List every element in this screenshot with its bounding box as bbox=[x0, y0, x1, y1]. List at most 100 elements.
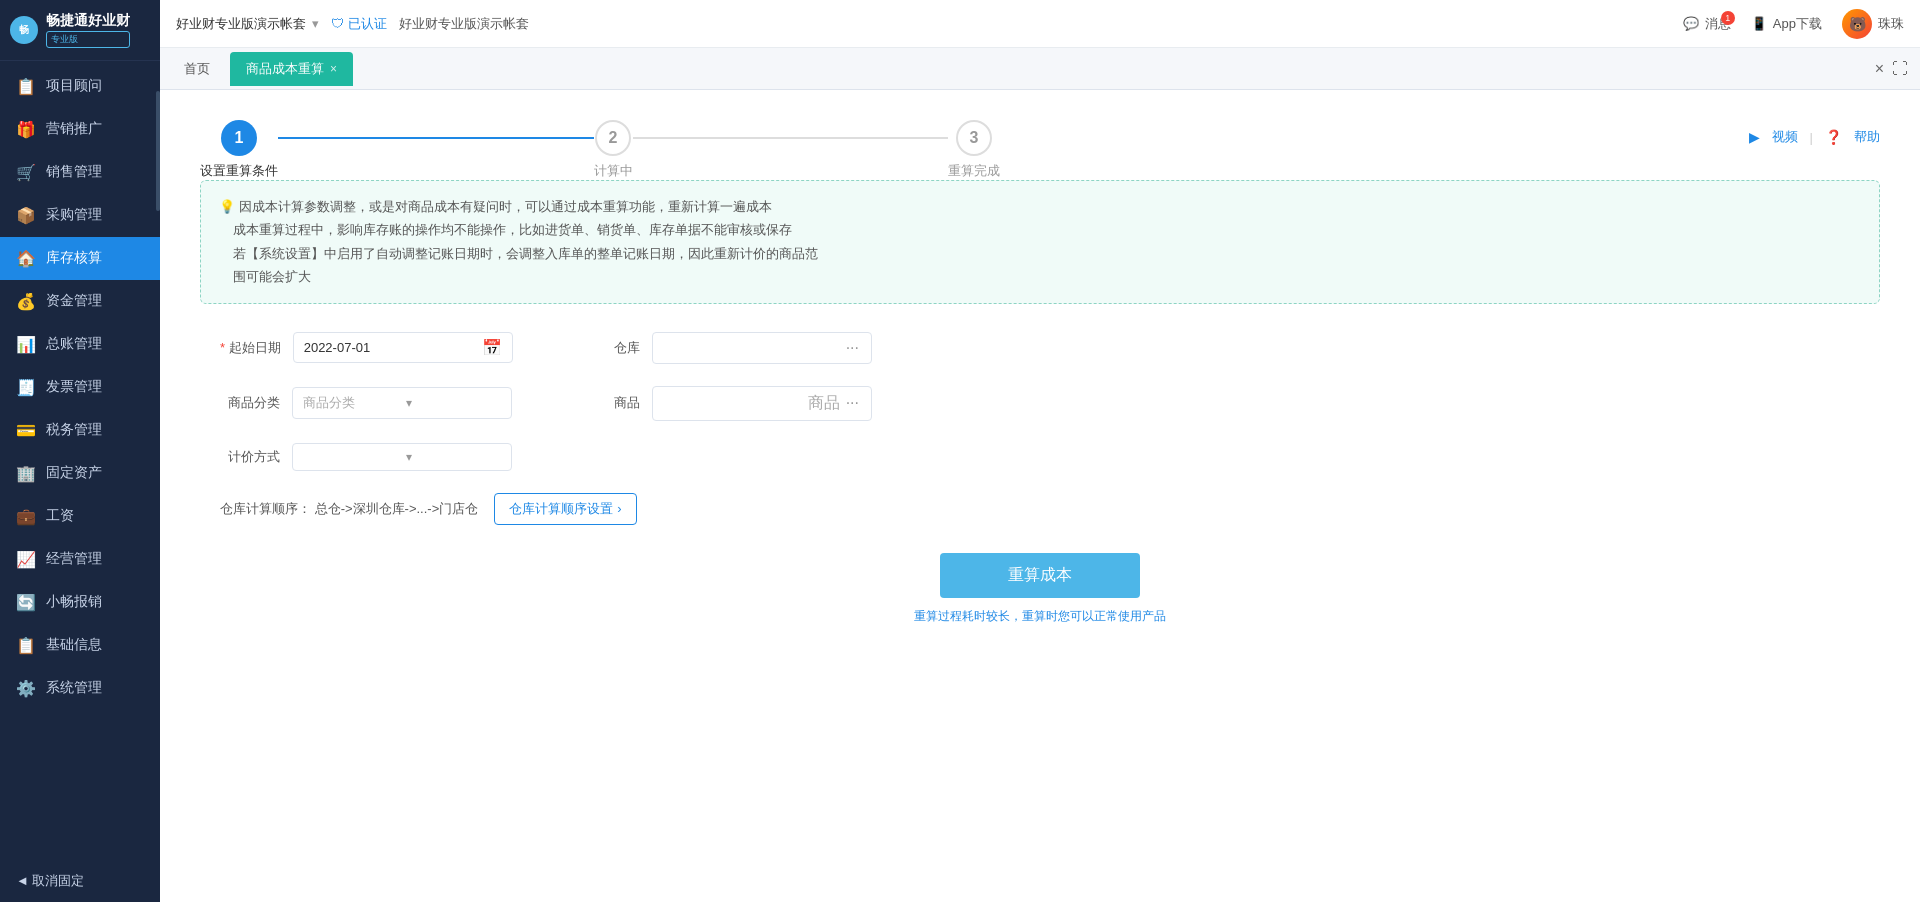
message-button[interactable]: 💬 消息 1 bbox=[1683, 15, 1731, 33]
warehouse-selector[interactable]: ··· bbox=[652, 332, 872, 364]
recalc-button[interactable]: 重算成本 bbox=[940, 553, 1140, 598]
start-date-input[interactable] bbox=[304, 340, 474, 355]
product-selector[interactable]: 商品 ··· bbox=[652, 386, 872, 421]
warehouse-label: 仓库 bbox=[580, 339, 640, 357]
warehouse-order-settings-button[interactable]: 仓库计算顺序设置 › bbox=[494, 493, 636, 525]
category-selector[interactable]: 商品分类 ▾ bbox=[292, 387, 512, 419]
window-close-button[interactable]: × bbox=[1875, 60, 1884, 78]
content-area: 1 设置重算条件 2 计算中 3 重算完成 ▶ 视频 | bbox=[160, 90, 1920, 902]
building-icon: 🏢 bbox=[16, 464, 36, 483]
sidebar-header: 畅 畅捷通好业财 专业版 bbox=[0, 0, 160, 61]
box-icon: 📦 bbox=[16, 206, 36, 225]
sidebar-item-project[interactable]: 📋 项目顾问 bbox=[0, 65, 160, 108]
phone-icon: 📱 bbox=[1751, 16, 1767, 31]
receipt-icon: 🧾 bbox=[16, 378, 36, 397]
user-avatar[interactable]: 🐻 珠珠 bbox=[1842, 9, 1904, 39]
form-row-1: 起始日期 📅 仓库 ··· bbox=[220, 332, 1860, 364]
sidebar-item-label: 营销推广 bbox=[46, 120, 102, 138]
sidebar-item-system[interactable]: ⚙️ 系统管理 bbox=[0, 667, 160, 710]
arrow-right-icon: › bbox=[617, 501, 621, 516]
topbar-right: 💬 消息 1 📱 App下载 🐻 珠珠 bbox=[1683, 9, 1904, 39]
account-selector[interactable]: 好业财专业版演示帐套 ▾ bbox=[176, 15, 319, 33]
sidebar-item-invoice[interactable]: 🧾 发票管理 bbox=[0, 366, 160, 409]
unpin-button[interactable]: ◄ 取消固定 bbox=[0, 860, 160, 902]
product-group: 商品 商品 ··· bbox=[580, 386, 880, 421]
sidebar-item-label: 销售管理 bbox=[46, 163, 102, 181]
recalc-hint: 重算过程耗时较长，重算时您可以正常使用产品 bbox=[914, 608, 1166, 625]
sidebar-item-basic[interactable]: 📋 基础信息 bbox=[0, 624, 160, 667]
sidebar-item-marketing[interactable]: 🎁 营销推广 bbox=[0, 108, 160, 151]
app-info: 畅捷通好业财 专业版 bbox=[46, 12, 130, 48]
tab-recalc-label: 商品成本重算 bbox=[246, 60, 324, 78]
notice-line-1: 因成本计算参数调整，或是对商品成本有疑问时，可以通过成本重算功能，重新计算一遍成… bbox=[239, 199, 772, 214]
sidebar-item-label: 税务管理 bbox=[46, 421, 102, 439]
sidebar-item-label: 工资 bbox=[46, 507, 74, 525]
category-group: 商品分类 商品分类 ▾ bbox=[220, 387, 520, 419]
unpin-label: ◄ 取消固定 bbox=[16, 872, 84, 890]
sidebar-item-label: 库存核算 bbox=[46, 249, 102, 267]
app-download-label: App下载 bbox=[1773, 15, 1822, 33]
tabbar-right: × ⛶ bbox=[1875, 60, 1920, 78]
sidebar-item-label: 项目顾问 bbox=[46, 77, 102, 95]
app-download-button[interactable]: 📱 App下载 bbox=[1751, 15, 1822, 33]
warehouse-order-btn-label: 仓库计算顺序设置 bbox=[509, 500, 613, 518]
sidebar-item-purchase[interactable]: 📦 采购管理 bbox=[0, 194, 160, 237]
sidebar-item-label: 发票管理 bbox=[46, 378, 102, 396]
notice-line-3: 若【系统设置】中启用了自动调整记账日期时，会调整入库单的整单记账日期，因此重新计… bbox=[233, 246, 818, 261]
sidebar-item-expense[interactable]: 🔄 小畅报销 bbox=[0, 581, 160, 624]
dots-icon: ··· bbox=[846, 339, 859, 357]
verified-icon: 🛡 bbox=[331, 16, 344, 31]
video-label[interactable]: 视频 bbox=[1772, 128, 1798, 146]
sidebar-item-label: 采购管理 bbox=[46, 206, 102, 224]
pricing-label: 计价方式 bbox=[220, 448, 280, 466]
question-icon: ❓ bbox=[1825, 129, 1842, 145]
sidebar-item-sales[interactable]: 🛒 销售管理 bbox=[0, 151, 160, 194]
tab-recalc[interactable]: 商品成本重算 × bbox=[230, 52, 353, 86]
refresh-icon: 🔄 bbox=[16, 593, 36, 612]
briefcase-icon: 💼 bbox=[16, 507, 36, 526]
chevron-down-icon: ▾ bbox=[312, 16, 319, 31]
sidebar-item-assets[interactable]: 🏢 固定资产 bbox=[0, 452, 160, 495]
dots-icon: ··· bbox=[846, 394, 859, 412]
sidebar-item-accounting[interactable]: 📊 总账管理 bbox=[0, 323, 160, 366]
sidebar-item-finance[interactable]: 💰 资金管理 bbox=[0, 280, 160, 323]
start-date-input-wrapper[interactable]: 📅 bbox=[293, 332, 513, 363]
sidebar-item-label: 系统管理 bbox=[46, 679, 102, 697]
calendar-icon[interactable]: 📅 bbox=[482, 338, 502, 357]
sidebar-item-tax[interactable]: 💳 税务管理 bbox=[0, 409, 160, 452]
window-expand-button[interactable]: ⛶ bbox=[1892, 60, 1908, 78]
edition-badge: 专业版 bbox=[46, 31, 130, 48]
cart-icon: 🛒 bbox=[16, 163, 36, 182]
chevron-down-icon: ▾ bbox=[406, 396, 501, 410]
app-name: 畅捷通好业财 bbox=[46, 12, 130, 29]
verified-text: 已认证 bbox=[348, 15, 387, 33]
verified-badge: 🛡 已认证 bbox=[331, 15, 387, 33]
recalc-section: 重算成本 重算过程耗时较长，重算时您可以正常使用产品 bbox=[200, 553, 1880, 625]
step-1-label: 设置重算条件 bbox=[200, 162, 278, 180]
step-3: 3 重算完成 bbox=[948, 120, 1000, 180]
sidebar-item-label: 基础信息 bbox=[46, 636, 102, 654]
money-icon: 💰 bbox=[16, 292, 36, 311]
notice-line-4: 围可能会扩大 bbox=[233, 269, 311, 284]
help-label[interactable]: 帮助 bbox=[1854, 128, 1880, 146]
sidebar-item-label: 固定资产 bbox=[46, 464, 102, 482]
sidebar: 畅 畅捷通好业财 专业版 📋 项目顾问 🎁 营销推广 🛒 销售管理 📦 采购管理… bbox=[0, 0, 160, 902]
product-label: 商品 bbox=[580, 394, 640, 412]
list-icon: 📋 bbox=[16, 636, 36, 655]
stepper-help: ▶ 视频 | ❓ 帮助 bbox=[1749, 120, 1880, 146]
product-placeholder: 商品 bbox=[665, 393, 840, 414]
tab-home[interactable]: 首页 bbox=[168, 52, 226, 86]
step-3-label: 重算完成 bbox=[948, 162, 1000, 180]
step-line-1-2 bbox=[278, 137, 594, 139]
sidebar-item-salary[interactable]: 💼 工资 bbox=[0, 495, 160, 538]
pricing-selector[interactable]: ▾ bbox=[292, 443, 512, 471]
tab-close-icon[interactable]: × bbox=[330, 62, 337, 76]
step-line-2-3 bbox=[633, 137, 949, 139]
chart-icon: 📊 bbox=[16, 335, 36, 354]
step-1-circle: 1 bbox=[221, 120, 257, 156]
project-icon: 📋 bbox=[16, 77, 36, 96]
sidebar-item-operations[interactable]: 📈 经营管理 bbox=[0, 538, 160, 581]
sidebar-item-inventory[interactable]: 🏠 库存核算 bbox=[0, 237, 160, 280]
card-icon: 💳 bbox=[16, 421, 36, 440]
start-date-label: 起始日期 bbox=[220, 339, 281, 357]
